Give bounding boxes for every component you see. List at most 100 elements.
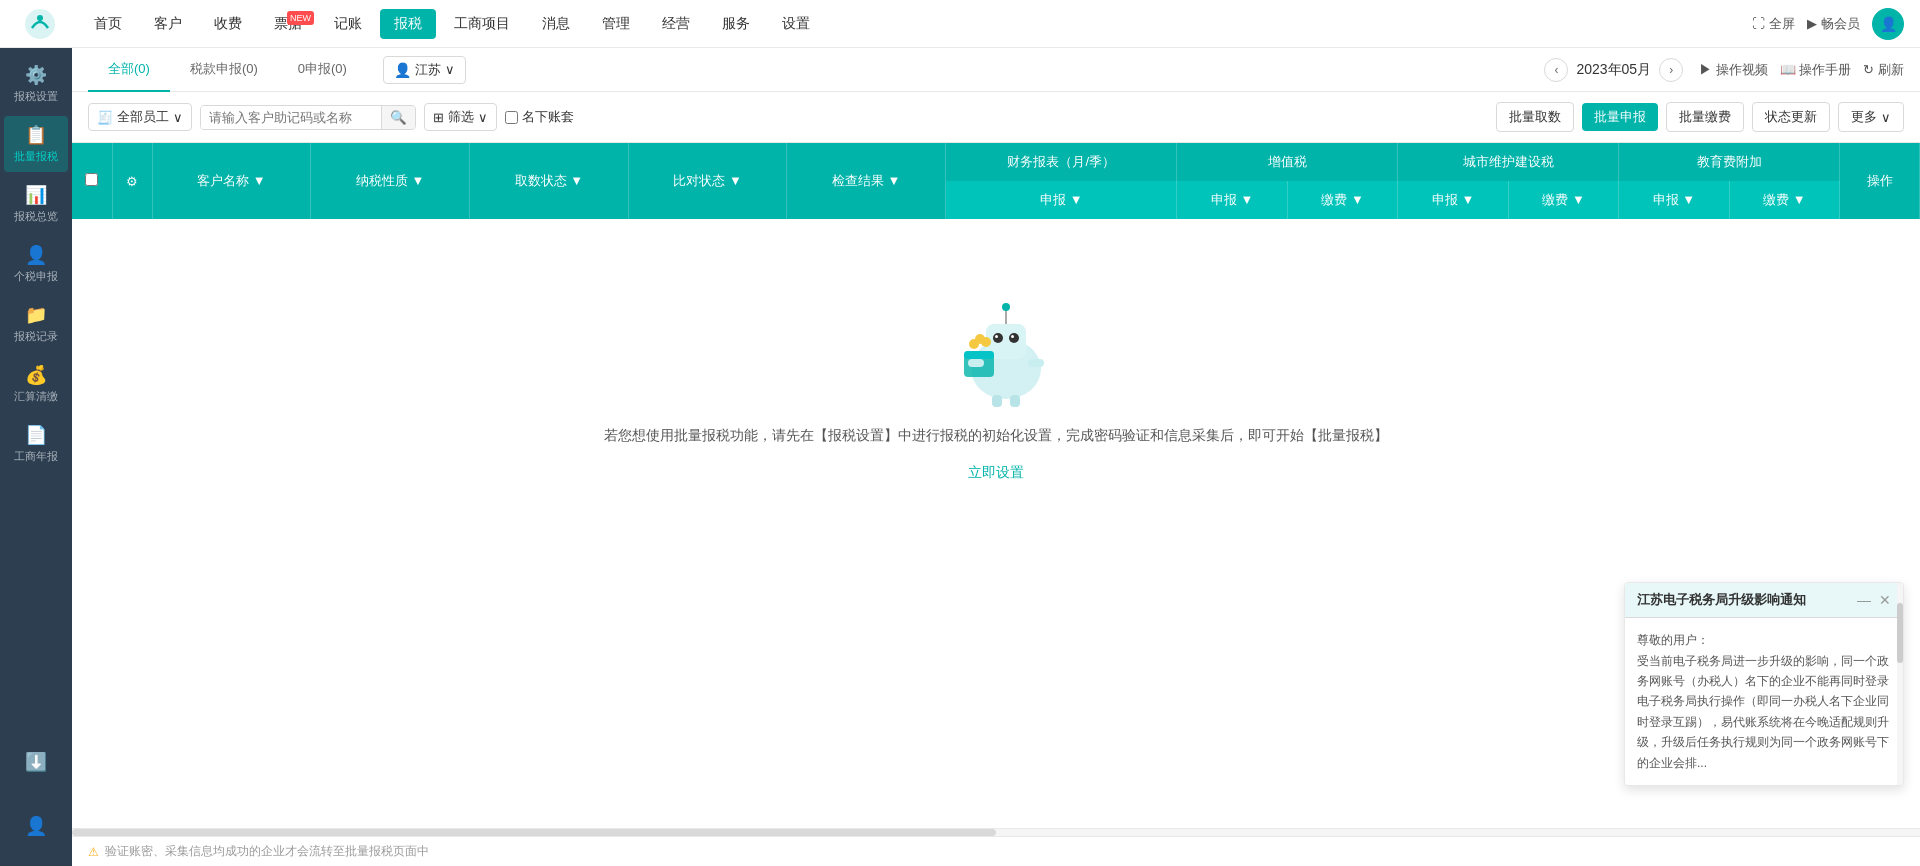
tax-records-icon: 📁 bbox=[25, 304, 47, 326]
batch-pay-button[interactable]: 批量缴费 bbox=[1666, 102, 1744, 132]
batch-declare-button[interactable]: 批量申报 bbox=[1582, 103, 1658, 131]
employee-select[interactable]: 🧾 全部员工 ∨ bbox=[88, 103, 192, 131]
region-selector[interactable]: 👤 江苏 ∨ bbox=[383, 56, 466, 84]
sidebar-label-tax-summary: 报税总览 bbox=[14, 210, 58, 223]
svg-rect-7 bbox=[1011, 335, 1014, 338]
refresh-action[interactable]: ↻ 刷新 bbox=[1863, 61, 1904, 79]
settings-icon[interactable]: ⚙ bbox=[126, 174, 138, 189]
sort-icon2: ▼ bbox=[411, 173, 424, 188]
sidebar-item-tax-records[interactable]: 📁 报税记录 bbox=[4, 296, 68, 352]
filter-label: 筛选 bbox=[448, 108, 474, 126]
th-action: 操作 bbox=[1840, 143, 1920, 219]
filter-icon: ⊞ bbox=[433, 110, 444, 125]
nav-service[interactable]: 服务 bbox=[708, 9, 764, 39]
sidebar-item-annual-report[interactable]: 📄 工商年报 bbox=[4, 416, 68, 472]
download-icon: ⬇️ bbox=[25, 751, 47, 773]
sidebar-item-settlement[interactable]: 💰 汇算清缴 bbox=[4, 356, 68, 412]
th-settings: ⚙ bbox=[112, 143, 152, 219]
th-education: 教育费附加 bbox=[1619, 143, 1840, 181]
tax-summary-icon: 📊 bbox=[25, 184, 47, 206]
tab-all[interactable]: 全部(0) bbox=[88, 48, 170, 92]
th-check-result: 检查结果 ▼ bbox=[787, 143, 946, 219]
warning-icon: ⚠ bbox=[88, 845, 99, 859]
horizontal-scrollbar[interactable] bbox=[72, 828, 1920, 836]
sidebar-item-batch-tax[interactable]: 📋 批量报税 bbox=[4, 116, 68, 172]
period-prev-button[interactable]: ‹ bbox=[1544, 58, 1568, 82]
personal-tax-icon: 👤 bbox=[25, 244, 47, 266]
batch-fetch-button[interactable]: 批量取数 bbox=[1496, 102, 1574, 132]
new-badge: NEW bbox=[287, 11, 314, 25]
tab-tax-declare[interactable]: 税款申报(0) bbox=[170, 48, 278, 92]
nav-industrial[interactable]: 工商项目 bbox=[440, 9, 524, 39]
more-chevron-icon: ∨ bbox=[1881, 110, 1891, 125]
bottom-bar: ⚠ 验证账密、采集信息均成功的企业才会流转至批量报税页面中 bbox=[72, 836, 1920, 866]
nav-customer[interactable]: 客户 bbox=[140, 9, 196, 39]
video-icon: ▶ bbox=[1699, 62, 1712, 77]
sort-icon8: ▼ bbox=[1351, 192, 1364, 207]
period-nav: ‹ 2023年05月 › bbox=[1544, 58, 1683, 82]
th-edu-pay: 缴费 ▼ bbox=[1729, 181, 1839, 219]
member-button[interactable]: ▶ 畅会员 bbox=[1807, 15, 1860, 33]
manual-label: 操作手册 bbox=[1799, 62, 1851, 77]
video-label: 操作视频 bbox=[1716, 62, 1768, 77]
nav-home[interactable]: 首页 bbox=[80, 9, 136, 39]
svg-rect-17 bbox=[992, 395, 1002, 407]
svg-point-14 bbox=[981, 337, 991, 347]
sort-icon6: ▼ bbox=[1070, 192, 1083, 207]
accounts-checkbox[interactable] bbox=[505, 111, 518, 124]
video-action[interactable]: ▶ 操作视频 bbox=[1699, 61, 1768, 79]
sidebar-item-tax-settings[interactable]: ⚙️ 报税设置 bbox=[4, 56, 68, 112]
filter-button[interactable]: ⊞ 筛选 ∨ bbox=[424, 103, 497, 131]
notification-minimize-button[interactable]: — bbox=[1857, 592, 1871, 608]
sort-icon5: ▼ bbox=[888, 173, 901, 188]
robot-illustration bbox=[936, 279, 1056, 399]
tab-zero-declare[interactable]: 0申报(0) bbox=[278, 48, 367, 92]
status-update-button[interactable]: 状态更新 bbox=[1752, 102, 1830, 132]
notification-scrollbar[interactable] bbox=[1897, 583, 1903, 785]
sort-icon9: ▼ bbox=[1461, 192, 1474, 207]
accounts-checkbox-label[interactable]: 名下账套 bbox=[505, 108, 574, 126]
th-city-declare: 申报 ▼ bbox=[1398, 181, 1508, 219]
sidebar-item-tax-summary[interactable]: 📊 报税总览 bbox=[4, 176, 68, 232]
batch-tax-icon: 📋 bbox=[25, 124, 47, 146]
period-next-button[interactable]: › bbox=[1659, 58, 1683, 82]
svg-rect-11 bbox=[964, 351, 994, 359]
sidebar-item-user[interactable]: 👤 bbox=[4, 798, 68, 854]
fullscreen-button[interactable]: ⛶ 全屏 bbox=[1752, 15, 1795, 33]
user-icon: 👤 bbox=[25, 815, 47, 837]
empty-state: 若您想使用批量报税功能，请先在【报税设置】中进行报税的初始化设置，完成密码验证和… bbox=[72, 219, 1920, 542]
th-compare-status: 比对状态 ▼ bbox=[628, 143, 787, 219]
sidebar-item-personal-tax[interactable]: 👤 个税申报 bbox=[4, 236, 68, 292]
sort-icon12: ▼ bbox=[1793, 192, 1806, 207]
th-client-name: 客户名称 ▼ bbox=[152, 143, 311, 219]
nav-accounting[interactable]: 记账 bbox=[320, 9, 376, 39]
nav-operation[interactable]: 经营 bbox=[648, 9, 704, 39]
select-all-checkbox[interactable] bbox=[85, 173, 98, 186]
logo-icon bbox=[16, 0, 64, 48]
search-button[interactable]: 🔍 bbox=[381, 106, 415, 129]
setup-link[interactable]: 立即设置 bbox=[968, 464, 1024, 482]
th-checkbox bbox=[72, 143, 112, 219]
search-input[interactable] bbox=[201, 106, 381, 129]
th-edu-declare: 申报 ▼ bbox=[1619, 181, 1729, 219]
svg-point-1 bbox=[37, 15, 43, 21]
settlement-icon: 💰 bbox=[25, 364, 47, 386]
svg-rect-18 bbox=[1010, 395, 1020, 407]
notification-close-button[interactable]: ✕ bbox=[1879, 592, 1891, 608]
fullscreen-label: 全屏 bbox=[1769, 15, 1795, 33]
nav-manage[interactable]: 管理 bbox=[588, 9, 644, 39]
nav-tax[interactable]: 报税 bbox=[380, 9, 436, 39]
sidebar-label-settlement: 汇算清缴 bbox=[14, 390, 58, 403]
nav-invoice[interactable]: 票据 NEW bbox=[260, 9, 316, 39]
nav-billing[interactable]: 收费 bbox=[200, 9, 256, 39]
nav-message[interactable]: 消息 bbox=[528, 9, 584, 39]
nav-settings[interactable]: 设置 bbox=[768, 9, 824, 39]
sidebar-label-batch-tax: 批量报税 bbox=[14, 150, 58, 163]
employee-select-label: 全部员工 bbox=[117, 108, 169, 126]
more-button[interactable]: 更多 ∨ bbox=[1838, 102, 1904, 132]
user-avatar[interactable]: 👤 bbox=[1872, 8, 1904, 40]
notif-scroll-thumb bbox=[1897, 603, 1903, 663]
sidebar-item-download[interactable]: ⬇️ bbox=[4, 734, 68, 790]
manual-action[interactable]: 📖 操作手册 bbox=[1780, 61, 1852, 79]
toolbar-right: 批量取数 批量申报 批量缴费 状态更新 更多 ∨ bbox=[1496, 102, 1904, 132]
